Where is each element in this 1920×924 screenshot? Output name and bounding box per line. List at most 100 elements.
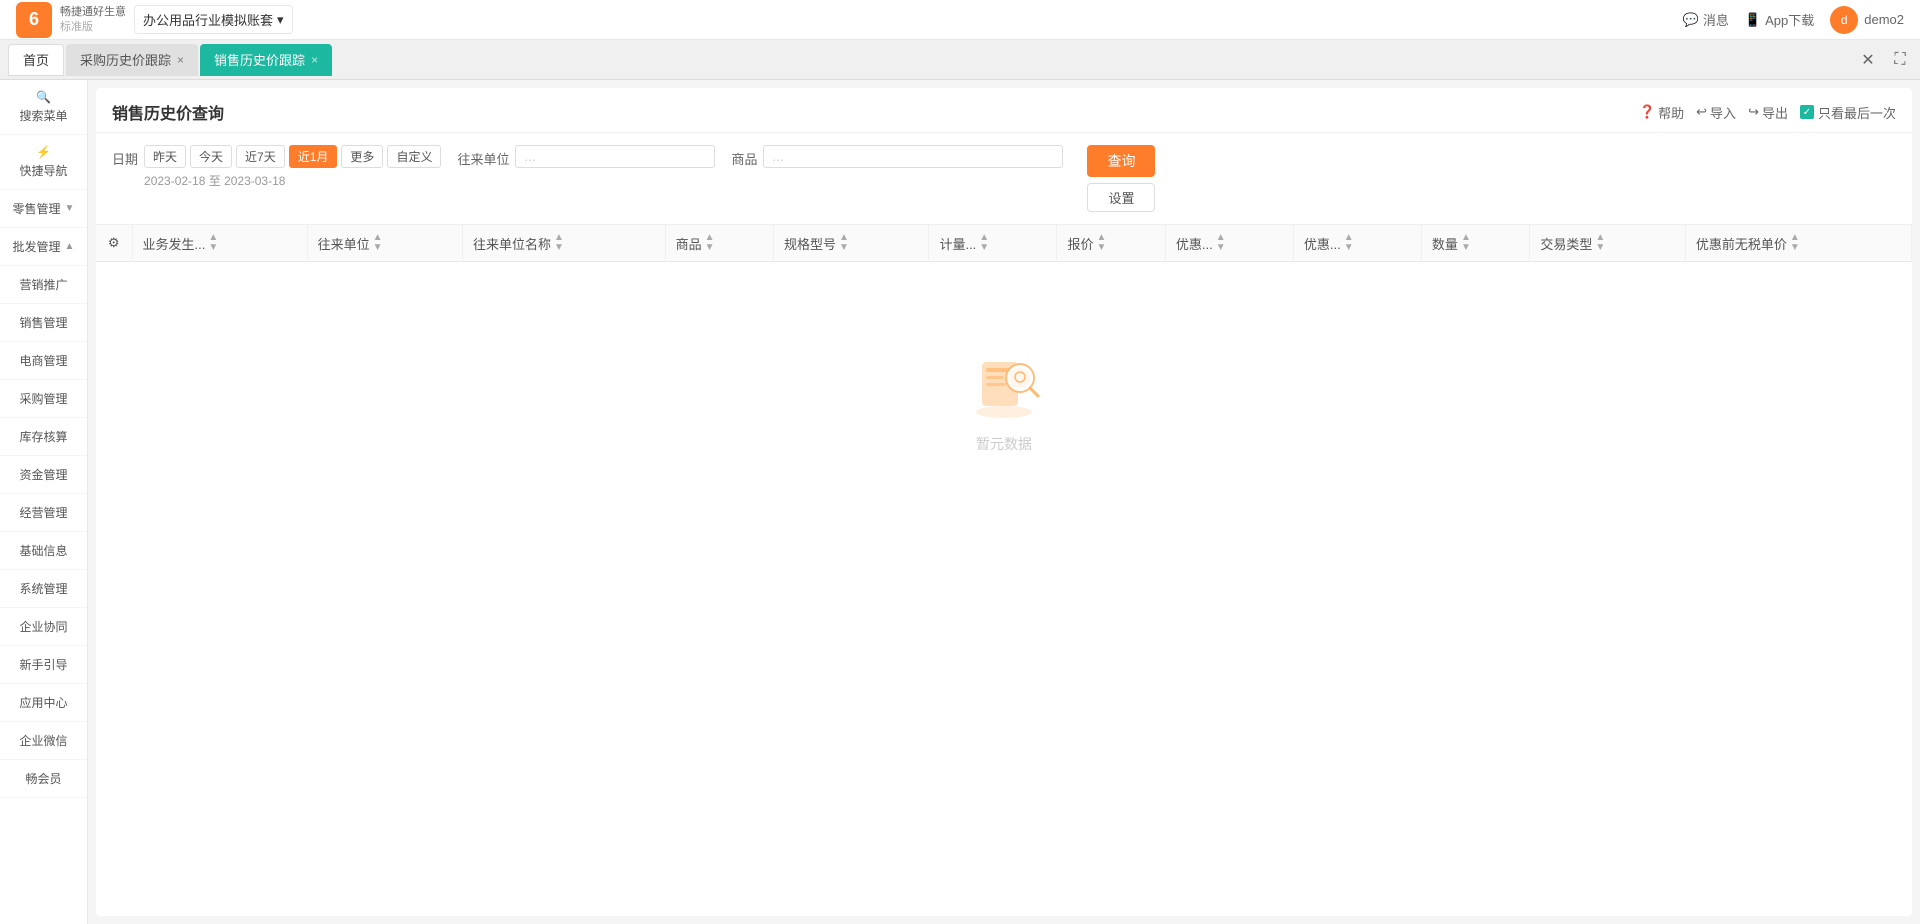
- table-header-discount2[interactable]: 优惠... ▲▼: [1293, 225, 1421, 262]
- checkbox-checked-icon: ✓: [1800, 105, 1814, 119]
- export-icon: ↪: [1748, 104, 1759, 120]
- sidebar-item-inventory[interactable]: 库存核算: [0, 418, 87, 456]
- table-wrapper: ⚙ 业务发生... ▲▼ 往来单位: [96, 225, 1912, 916]
- date-btn-yesterday[interactable]: 昨天: [144, 145, 186, 168]
- tab-sales-label: 销售历史价跟踪: [214, 50, 305, 69]
- page-container: 销售历史价查询 ❓ 帮助 ↩ 导入 ↪ 导出 ✓: [96, 88, 1912, 916]
- shortcut-icon: ⚡: [36, 145, 51, 159]
- sidebar-item-wholesale[interactable]: 批发管理 ▲: [0, 228, 87, 266]
- sidebar-item-guide[interactable]: 新手引导: [0, 646, 87, 684]
- phone-icon: 📱: [1745, 12, 1761, 28]
- sidebar: 🔍 搜索菜单 ⚡ 快捷导航 零售管理 ▼ 批发管理 ▲ 营销推广 销售管理 电商…: [0, 80, 88, 924]
- sidebar-item-member[interactable]: 畅会员: [0, 760, 87, 798]
- chevron-down-icon: ▼: [65, 203, 75, 214]
- sidebar-item-marketing[interactable]: 营销推广: [0, 266, 87, 304]
- sort-icon: ▲▼: [1096, 233, 1106, 253]
- company-selector[interactable]: 办公用品行业模拟账套 ▾: [134, 5, 293, 34]
- table-header-partner-code[interactable]: 往来单位 ▲▼: [307, 225, 462, 262]
- app-title: 畅捷通好生意 标准版: [60, 5, 126, 34]
- date-btn-1month[interactable]: 近1月: [289, 145, 338, 168]
- sort-icon: ▲▼: [373, 233, 383, 253]
- content-area: 销售历史价查询 ❓ 帮助 ↩ 导入 ↪ 导出 ✓: [88, 80, 1920, 924]
- page-title: 销售历史价查询: [112, 100, 224, 124]
- sidebar-item-basic[interactable]: 基础信息: [0, 532, 87, 570]
- search-icon: 🔍: [36, 90, 51, 104]
- fullscreen-button[interactable]: ⛶: [1888, 48, 1912, 72]
- goods-filter-group: 商品 ...: [731, 145, 1063, 168]
- chevron-up-icon: ▲: [65, 241, 75, 252]
- sidebar-item-purchase[interactable]: 采购管理: [0, 380, 87, 418]
- top-bar-left: 6 畅捷通好生意 标准版 办公用品行业模拟账套 ▾: [16, 2, 293, 38]
- sidebar-item-system[interactable]: 系统管理: [0, 570, 87, 608]
- sort-icon: ▲▼: [979, 233, 989, 253]
- im-button[interactable]: 💬 消息: [1683, 10, 1729, 29]
- tab-bar-actions: ✕ ⛶: [1856, 48, 1912, 72]
- sort-icon: ▲▼: [839, 233, 849, 253]
- goods-input[interactable]: ...: [763, 145, 1063, 168]
- sort-icon: ▲▼: [208, 233, 218, 253]
- help-button[interactable]: ❓ 帮助: [1639, 103, 1684, 122]
- table-header-unit[interactable]: 计量... ▲▼: [929, 225, 1057, 262]
- sidebar-item-ecommerce[interactable]: 电商管理: [0, 342, 87, 380]
- tab-purchase-close[interactable]: ×: [177, 53, 184, 67]
- table-header-gear[interactable]: ⚙: [96, 225, 132, 262]
- table-header-trade-type[interactable]: 交易类型 ▲▼: [1530, 225, 1685, 262]
- tab-sales[interactable]: 销售历史价跟踪 ×: [200, 44, 332, 76]
- close-all-tabs-button[interactable]: ✕: [1856, 48, 1880, 72]
- filter-area: 日期 昨天 今天 近7天 近1月 更多 自定义 2023-02-18 至 202…: [96, 133, 1912, 225]
- partner-input[interactable]: ...: [515, 145, 715, 168]
- date-btn-more[interactable]: 更多: [341, 145, 383, 168]
- user-profile[interactable]: d demo2: [1830, 6, 1904, 34]
- date-btn-today[interactable]: 今天: [190, 145, 232, 168]
- top-bar-right: 💬 消息 📱 App下载 d demo2: [1683, 6, 1904, 34]
- settings-button[interactable]: 设置: [1087, 183, 1155, 212]
- app-download-button[interactable]: 📱 App下载: [1745, 10, 1814, 29]
- date-filter-label: 日期: [112, 145, 138, 168]
- sort-icon: ▲▼: [1344, 233, 1354, 253]
- date-options: 昨天 今天 近7天 近1月 更多 自定义 2023-02-18 至 2023-0…: [144, 145, 441, 189]
- export-button[interactable]: ↪ 导出: [1748, 103, 1788, 122]
- query-button[interactable]: 查询: [1087, 145, 1155, 177]
- sidebar-item-finance[interactable]: 资金管理: [0, 456, 87, 494]
- only-last-checkbox-label[interactable]: ✓ 只看最后一次: [1800, 103, 1896, 122]
- table-header-goods[interactable]: 商品 ▲▼: [665, 225, 773, 262]
- sort-icon: ▲▼: [1790, 233, 1800, 253]
- data-table: ⚙ 业务发生... ▲▼ 往来单位: [96, 225, 1912, 262]
- app-logo: 6: [16, 2, 52, 38]
- help-icon: ❓: [1639, 104, 1655, 120]
- sidebar-item-operations[interactable]: 经营管理: [0, 494, 87, 532]
- sort-icon: ▲▼: [705, 233, 715, 253]
- tab-sales-close[interactable]: ×: [311, 53, 318, 67]
- sidebar-item-app-center[interactable]: 应用中心: [0, 684, 87, 722]
- table-header-discount1[interactable]: 优惠... ▲▼: [1165, 225, 1293, 262]
- chevron-down-icon: ▾: [277, 12, 284, 28]
- tab-home[interactable]: 首页: [8, 44, 64, 76]
- sidebar-item-sales-mgmt[interactable]: 销售管理: [0, 304, 87, 342]
- page-header: 销售历史价查询 ❓ 帮助 ↩ 导入 ↪ 导出 ✓: [96, 88, 1912, 133]
- sidebar-item-shortcut[interactable]: ⚡ 快捷导航: [0, 135, 87, 190]
- import-button[interactable]: ↩ 导入: [1696, 103, 1736, 122]
- empty-state-text: 暂元数据: [976, 434, 1032, 454]
- sidebar-item-search[interactable]: 🔍 搜索菜单: [0, 80, 87, 135]
- table-header-pre-tax[interactable]: 优惠前无税单价 ▲▼: [1685, 225, 1911, 262]
- table-header-partner-name[interactable]: 往来单位名称 ▲▼: [463, 225, 666, 262]
- partner-filter-group: 往来单位 ...: [457, 145, 715, 168]
- table-header-spec[interactable]: 规格型号 ▲▼: [773, 225, 928, 262]
- page-header-actions: ❓ 帮助 ↩ 导入 ↪ 导出 ✓ 只看最后一次: [1639, 103, 1896, 122]
- tab-bar: 首页 采购历史价跟踪 × 销售历史价跟踪 × ✕ ⛶: [0, 40, 1920, 80]
- table-header-price[interactable]: 报价 ▲▼: [1057, 225, 1165, 262]
- date-btn-custom[interactable]: 自定义: [387, 145, 441, 168]
- tab-purchase-label: 采购历史价跟踪: [80, 50, 171, 69]
- tab-purchase[interactable]: 采购历史价跟踪 ×: [66, 44, 198, 76]
- sort-icon: ▲▼: [1595, 233, 1605, 253]
- sidebar-item-retail[interactable]: 零售管理 ▼: [0, 190, 87, 228]
- date-btn-7days[interactable]: 近7天: [236, 145, 285, 168]
- import-icon: ↩: [1696, 104, 1707, 120]
- table-header-row: ⚙ 业务发生... ▲▼ 往来单位: [96, 225, 1912, 262]
- date-filter-group: 日期 昨天 今天 近7天 近1月 更多 自定义 2023-02-18 至 202…: [112, 145, 441, 189]
- sidebar-item-corp-wechat[interactable]: 企业微信: [0, 722, 87, 760]
- filter-actions: 查询 设置: [1087, 145, 1155, 212]
- table-header-biz-date[interactable]: 业务发生... ▲▼: [132, 225, 307, 262]
- table-header-qty[interactable]: 数量 ▲▼: [1421, 225, 1529, 262]
- sidebar-item-corp-collab[interactable]: 企业协同: [0, 608, 87, 646]
